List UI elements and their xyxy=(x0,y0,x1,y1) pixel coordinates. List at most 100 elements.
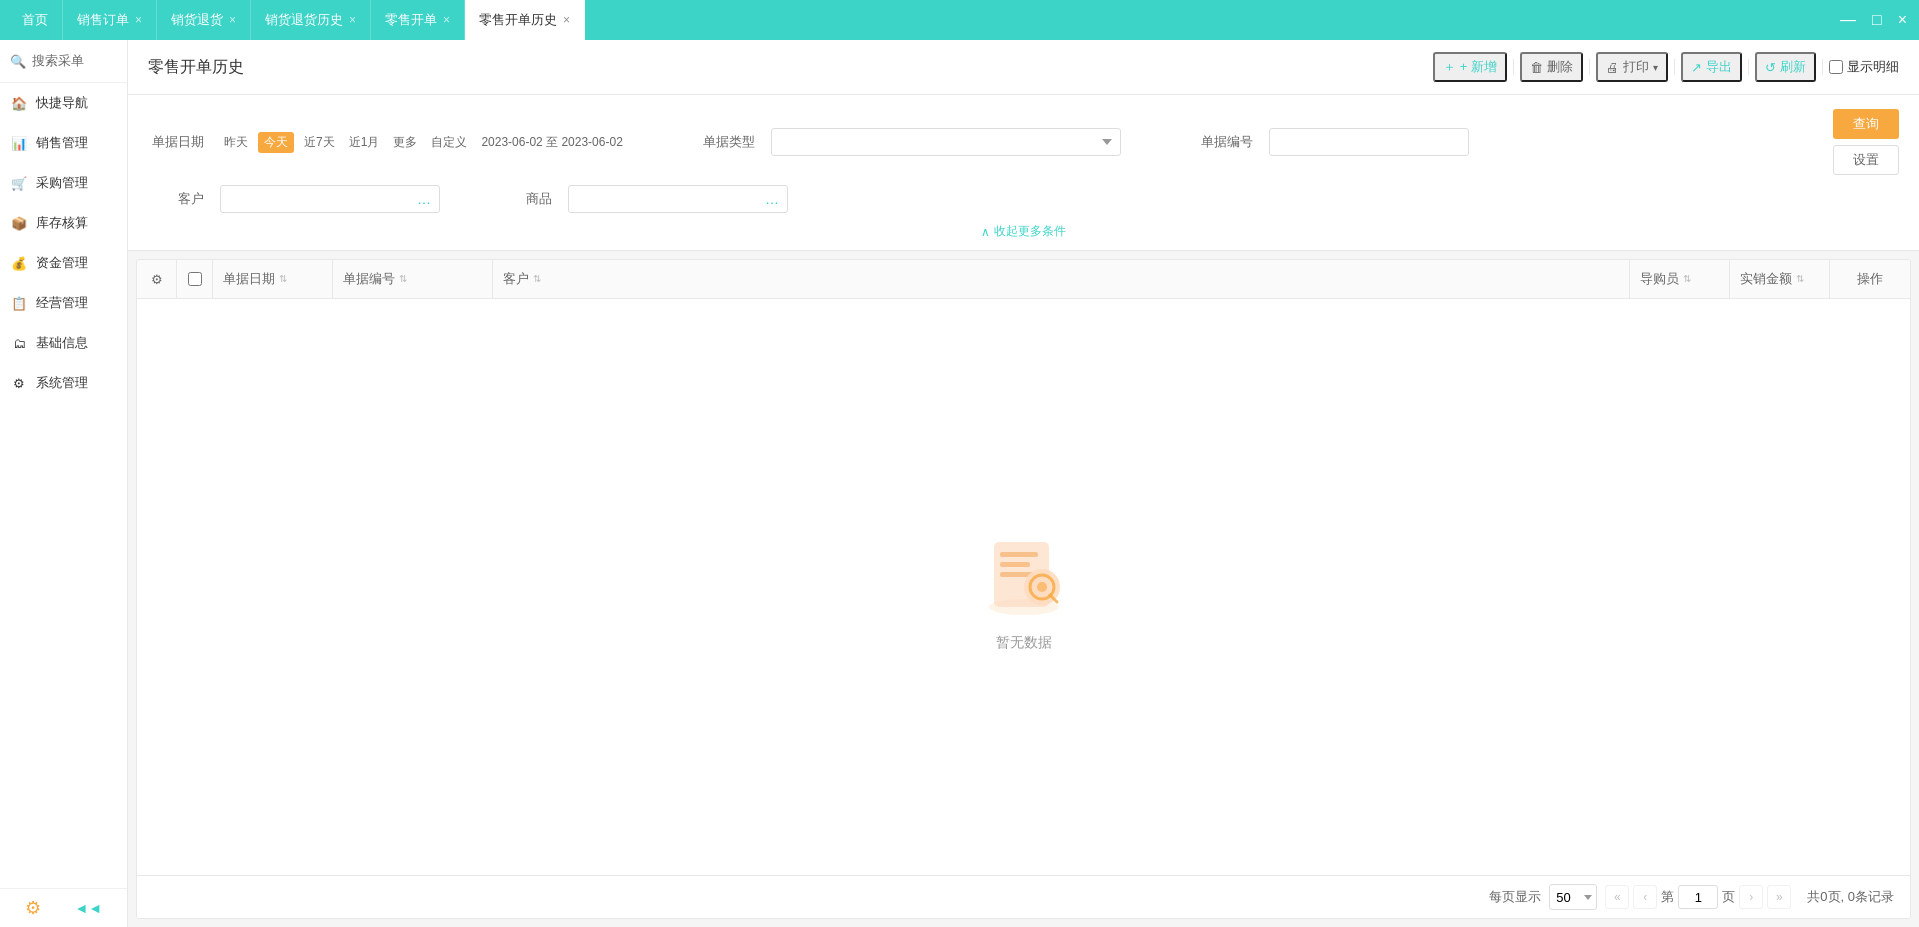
tab-retail-open-history[interactable]: 零售开单历史× xyxy=(465,0,585,40)
tab-close-sales-order[interactable]: × xyxy=(135,13,142,27)
sort-guide-icon: ⇅ xyxy=(1683,274,1691,284)
column-settings-icon[interactable]: ⚙ xyxy=(151,272,163,287)
sidebar-label-quick-nav: 快捷导航 xyxy=(36,94,88,112)
sidebar-label-inventory: 库存核算 xyxy=(36,214,88,232)
tab-close-retail-open-history[interactable]: × xyxy=(563,13,570,27)
product-label: 商品 xyxy=(496,190,552,208)
divider4 xyxy=(1748,59,1749,75)
product-input-wrap[interactable]: … xyxy=(568,185,788,213)
svg-rect-3 xyxy=(1000,562,1030,567)
page-label-pre: 第 xyxy=(1661,888,1674,906)
doc-type-wrapper xyxy=(771,128,1121,156)
filter-collapse-btn[interactable]: ∧ 收起更多条件 xyxy=(148,223,1899,240)
sidebar-item-quick-nav[interactable]: 🏠 快捷导航 xyxy=(0,83,127,123)
sidebar-search-label: 搜索采单 xyxy=(32,52,84,70)
print-icon: 🖨 xyxy=(1606,60,1619,75)
sort-no-icon: ⇅ xyxy=(399,274,407,284)
th-amount[interactable]: 实销金额 ⇅ xyxy=(1730,260,1830,298)
show-detail-checkbox[interactable]: 显示明细 xyxy=(1829,58,1899,76)
collapse-up-icon: ∧ xyxy=(981,225,990,239)
product-dots-icon[interactable]: … xyxy=(765,191,779,207)
next-page-btn[interactable]: › xyxy=(1739,885,1763,909)
export-button[interactable]: ↗ 导出 xyxy=(1681,52,1742,82)
date-btn-yesterday[interactable]: 昨天 xyxy=(220,132,252,153)
divider3 xyxy=(1674,59,1675,75)
product-input[interactable] xyxy=(577,192,761,207)
sidebar-item-operations[interactable]: 📋 经营管理 xyxy=(0,283,127,323)
page-total: 共0页, 0条记录 xyxy=(1807,888,1894,906)
sidebar-label-operations: 经营管理 xyxy=(36,294,88,312)
collapse-icon[interactable]: ◄◄ xyxy=(74,900,102,916)
divider2 xyxy=(1589,59,1590,75)
sidebar-item-basic-info[interactable]: 🗂 基础信息 xyxy=(0,323,127,363)
per-page-select[interactable]: 50 10 20 100 xyxy=(1549,884,1597,910)
sales-mgmt-icon: 📊 xyxy=(10,134,28,152)
sidebar-item-sales-mgmt[interactable]: 📊 销售管理 xyxy=(0,123,127,163)
date-btn-today[interactable]: 今天 xyxy=(258,132,294,153)
table-body: 暂无数据 xyxy=(137,299,1910,875)
date-btn-more[interactable]: 更多 xyxy=(389,132,421,153)
operations-icon: 📋 xyxy=(10,294,28,312)
page-label-post: 页 xyxy=(1722,888,1735,906)
customer-input-wrap[interactable]: … xyxy=(220,185,440,213)
quick-nav-icon: 🏠 xyxy=(10,94,28,112)
print-button[interactable]: 🖨 打印 ▾ xyxy=(1596,52,1668,82)
settings-icon[interactable]: ⚙ xyxy=(25,897,41,919)
date-btn-1month[interactable]: 近1月 xyxy=(345,132,384,153)
date-btn-7days[interactable]: 近7天 xyxy=(300,132,339,153)
first-page-btn[interactable]: « xyxy=(1605,885,1629,909)
refresh-button[interactable]: ↺ 刷新 xyxy=(1755,52,1816,82)
page-title: 零售开单历史 xyxy=(148,57,244,90)
select-all-checkbox[interactable] xyxy=(188,272,202,286)
th-settings[interactable]: ⚙ xyxy=(137,260,177,298)
inventory-icon: 📦 xyxy=(10,214,28,232)
th-date[interactable]: 单据日期 ⇅ xyxy=(213,260,333,298)
export-icon: ↗ xyxy=(1691,60,1702,75)
tab-sales-return-history[interactable]: 销货退货历史× xyxy=(251,0,371,40)
prev-page-btn[interactable]: ‹ xyxy=(1633,885,1657,909)
sidebar-item-system[interactable]: ⚙ 系统管理 xyxy=(0,363,127,403)
window-max-btn[interactable]: □ xyxy=(1868,11,1886,29)
last-page-btn[interactable]: » xyxy=(1767,885,1791,909)
th-action: 操作 xyxy=(1830,260,1910,298)
basic-info-icon: 🗂 xyxy=(10,334,28,352)
tab-retail-open[interactable]: 零售开单× xyxy=(371,0,465,40)
add-button[interactable]: ＋ + 新增 xyxy=(1433,52,1507,82)
sidebar-bottom: ⚙ ◄◄ xyxy=(0,888,127,927)
sidebar-item-inventory[interactable]: 📦 库存核算 xyxy=(0,203,127,243)
main-layout: 🔍 搜索采单 🏠 快捷导航 📊 销售管理 🛒 采购管理 📦 库存核算 💰 资金管… xyxy=(0,40,1919,927)
th-no[interactable]: 单据编号 ⇅ xyxy=(333,260,493,298)
filter-settings-button[interactable]: 设置 xyxy=(1833,145,1899,175)
sort-amount-icon: ⇅ xyxy=(1796,274,1804,284)
tab-close-sales-return[interactable]: × xyxy=(229,13,236,27)
th-guide[interactable]: 导购员 ⇅ xyxy=(1630,260,1730,298)
doc-type-select[interactable] xyxy=(771,128,1121,156)
customer-dots-icon[interactable]: … xyxy=(417,191,431,207)
date-btn-custom[interactable]: 自定义 xyxy=(427,132,471,153)
customer-label: 客户 xyxy=(148,190,204,208)
doc-no-input[interactable] xyxy=(1269,128,1469,156)
sidebar-search[interactable]: 🔍 搜索采单 xyxy=(0,40,127,83)
empty-text: 暂无数据 xyxy=(996,634,1052,652)
date-filter-label: 单据日期 xyxy=(148,133,204,151)
customer-input[interactable] xyxy=(229,192,413,207)
window-close-btn[interactable]: × xyxy=(1894,11,1911,29)
page-input[interactable] xyxy=(1678,885,1718,909)
sidebar-item-finance[interactable]: 💰 资金管理 xyxy=(0,243,127,283)
delete-button[interactable]: 🗑 删除 xyxy=(1520,52,1583,82)
th-customer[interactable]: 客户 ⇅ xyxy=(493,260,1630,298)
tab-close-retail-open[interactable]: × xyxy=(443,13,450,27)
query-button[interactable]: 查询 xyxy=(1833,109,1899,139)
tab-sales-return[interactable]: 销货退货× xyxy=(157,0,251,40)
doc-no-label: 单据编号 xyxy=(1197,133,1253,151)
divider xyxy=(1513,59,1514,75)
window-controls: — □ × xyxy=(1836,11,1911,29)
search-icon: 🔍 xyxy=(10,54,26,69)
tab-sales-order[interactable]: 销售订单× xyxy=(63,0,157,40)
th-checkbox[interactable] xyxy=(177,260,213,298)
finance-icon: 💰 xyxy=(10,254,28,272)
tab-close-sales-return-history[interactable]: × xyxy=(349,13,356,27)
tab-home[interactable]: 首页 xyxy=(8,0,63,40)
sidebar-item-purchase-mgmt[interactable]: 🛒 采购管理 xyxy=(0,163,127,203)
window-min-btn[interactable]: — xyxy=(1836,11,1860,29)
